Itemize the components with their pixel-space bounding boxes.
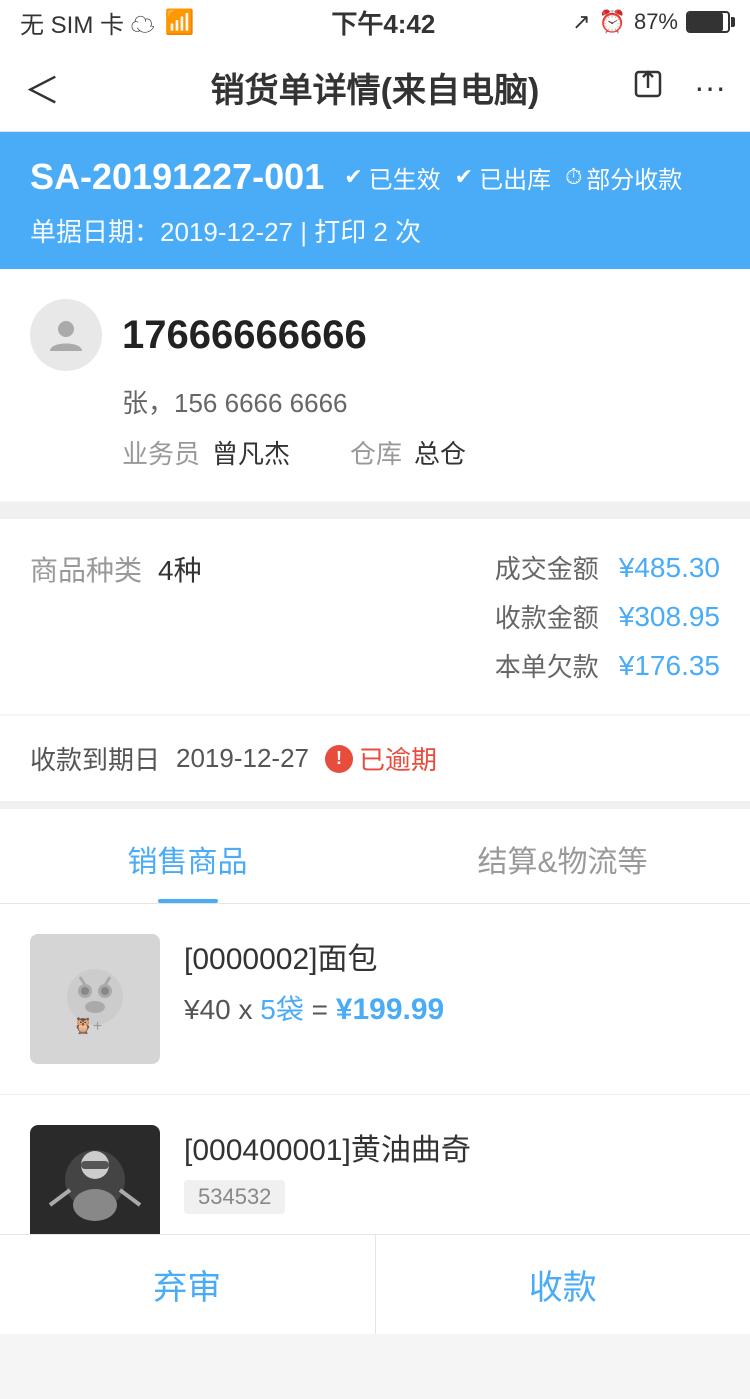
customer-section: 17666666666 张，156 6666 6666 业务员 曾凡杰 仓库 总… bbox=[0, 269, 750, 501]
deal-label: 成交金额 bbox=[495, 549, 599, 586]
tab-settlement[interactable]: 结算&物流等 bbox=[375, 809, 750, 903]
due-date: 2019-12-27 bbox=[176, 743, 309, 774]
salesperson-value: 曾凡杰 bbox=[212, 434, 290, 471]
customer-name: 17666666666 bbox=[122, 313, 367, 358]
meta-salesperson: 业务员 曾凡杰 bbox=[122, 434, 290, 471]
back-button[interactable]: ＜ bbox=[14, 52, 70, 124]
customer-meta: 业务员 曾凡杰 仓库 总仓 bbox=[122, 434, 720, 471]
deal-amount: ¥485.30 bbox=[619, 552, 720, 584]
nav-right-actions: ··· bbox=[632, 68, 726, 108]
alarm-icon: ⏰ bbox=[599, 9, 626, 35]
status-time: 下午4:42 bbox=[331, 4, 435, 41]
banner-sub: 单据日期：2019-12-27 | 打印 2 次 bbox=[30, 212, 720, 249]
status-right: ↗ ⏰ 87% bbox=[572, 9, 730, 35]
customer-row: 17666666666 bbox=[30, 299, 720, 371]
qty-highlight-1: 5袋 bbox=[260, 994, 304, 1025]
status-left: 无 SIM 卡 ☁ 📶 bbox=[20, 5, 195, 40]
owed-label: 本单欠款 bbox=[495, 647, 599, 684]
battery-percent: 87% bbox=[634, 9, 678, 35]
stats-section: 商品种类 4种 成交金额 ¥485.30 收款金额 ¥308.95 本单欠款 ¥… bbox=[0, 519, 750, 714]
stats-left: 商品种类 4种 bbox=[30, 549, 202, 589]
warehouse-value: 总仓 bbox=[414, 434, 466, 471]
product-tag-2: 534532 bbox=[184, 1180, 285, 1214]
share-icon[interactable] bbox=[632, 68, 664, 108]
header-banner: SA-20191227-001 ✔ 已生效 ✔ 已出库 ⏱ 部分收款 单据日期：… bbox=[0, 132, 750, 269]
tab-products[interactable]: 销售商品 bbox=[0, 809, 375, 903]
product-img-1: 🦉+ bbox=[30, 934, 160, 1064]
badge-effective: ✔ 已生效 bbox=[344, 160, 440, 195]
order-id: SA-20191227-001 bbox=[30, 156, 324, 198]
bottom-bar: 弃审 收款 bbox=[0, 1234, 750, 1334]
product-info-1: [0000002]面包 ¥40 x 5袋 = ¥199.99 bbox=[184, 934, 720, 1028]
collect-payment-button[interactable]: 收款 bbox=[376, 1235, 750, 1334]
badge-partial: ⏱ 部分收款 bbox=[565, 160, 682, 195]
stats-right: 成交金额 ¥485.30 收款金额 ¥308.95 本单欠款 ¥176.35 bbox=[495, 549, 720, 684]
tabs: 销售商品 结算&物流等 bbox=[0, 809, 750, 904]
received-label: 收款金额 bbox=[495, 598, 599, 635]
stat-deal: 成交金额 ¥485.30 bbox=[495, 549, 720, 586]
banner-top: SA-20191227-001 ✔ 已生效 ✔ 已出库 ⏱ 部分收款 bbox=[30, 156, 720, 198]
stat-type: 商品种类 4种 bbox=[30, 549, 202, 589]
location-icon: ↗ bbox=[572, 9, 590, 35]
check-icon-1: ✔ bbox=[344, 164, 362, 190]
product-name-2: [000400001]黄油曲奇 bbox=[184, 1125, 720, 1169]
status-bar: 无 SIM 卡 ☁ 📶 下午4:42 ↗ ⏰ 87% bbox=[0, 0, 750, 44]
overdue-badge: ! 已逾期 bbox=[325, 740, 437, 777]
badge-shipped: ✔ 已出库 bbox=[455, 160, 551, 195]
overdue-icon: ! bbox=[325, 745, 353, 773]
total-1: ¥199.99 bbox=[336, 993, 444, 1026]
product-img-placeholder-1: 🦉+ bbox=[30, 934, 160, 1064]
status-badges: ✔ 已生效 ✔ 已出库 ⏱ 部分收款 bbox=[344, 160, 682, 195]
sim-label: 无 SIM 卡 ☁ bbox=[20, 5, 155, 40]
product-price-1: ¥40 x 5袋 = ¥199.99 bbox=[184, 988, 720, 1028]
type-label: 商品种类 bbox=[30, 549, 142, 589]
nav-title: 销货单详情(来自电脑) bbox=[211, 63, 540, 112]
check-icon-2: ✔ bbox=[455, 164, 473, 190]
svg-text:🦉+: 🦉+ bbox=[73, 1017, 102, 1035]
meta-warehouse: 仓库 总仓 bbox=[350, 434, 466, 471]
wifi-icon: 📶 bbox=[165, 8, 195, 37]
avatar bbox=[30, 299, 102, 371]
nav-bar: ＜ 销货单详情(来自电脑) ··· bbox=[0, 44, 750, 132]
battery-icon bbox=[686, 11, 730, 33]
stat-owed: 本单欠款 ¥176.35 bbox=[495, 647, 720, 684]
overdue-text: 已逾期 bbox=[359, 740, 437, 777]
salesperson-label: 业务员 bbox=[122, 434, 200, 471]
product-item-1: 🦉+ [0000002]面包 ¥40 x 5袋 = ¥199.99 bbox=[0, 904, 750, 1095]
more-icon[interactable]: ··· bbox=[694, 69, 726, 106]
due-section: 收款到期日 2019-12-27 ! 已逾期 bbox=[0, 716, 750, 809]
warehouse-label: 仓库 bbox=[350, 434, 402, 471]
customer-sub: 张，156 6666 6666 bbox=[122, 383, 720, 420]
received-amount: ¥308.95 bbox=[619, 601, 720, 633]
product-name-1: [0000002]面包 bbox=[184, 934, 720, 978]
type-value: 4种 bbox=[158, 549, 202, 589]
section-separator-1 bbox=[0, 503, 750, 519]
product-id-1: [0000002] bbox=[184, 943, 317, 976]
product-id-2: [000400001] bbox=[184, 1134, 351, 1167]
abandon-review-button[interactable]: 弃审 bbox=[0, 1235, 376, 1334]
due-label: 收款到期日 bbox=[30, 740, 160, 777]
owed-amount: ¥176.35 bbox=[619, 650, 720, 682]
stat-received: 收款金额 ¥308.95 bbox=[495, 598, 720, 635]
clock-icon: ⏱ bbox=[565, 164, 582, 190]
